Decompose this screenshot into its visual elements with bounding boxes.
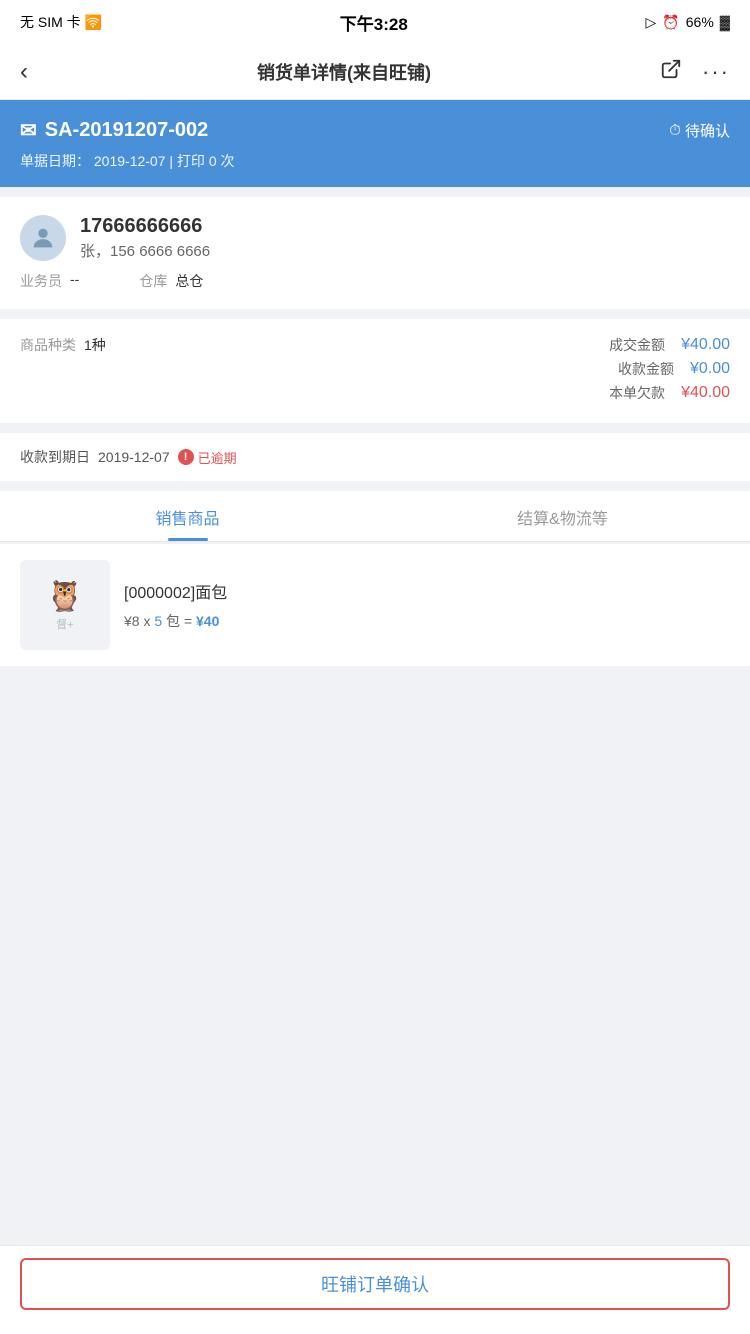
summary-row: 商品种类 1种 成交金额 ¥40.00 收款金额 ¥0.00 本单欠款 ¥40.… [20,335,730,407]
received-label: 收款金额 [618,359,674,379]
customer-info: 17666666666 张，156 6666 6666 [80,215,210,261]
owed-label: 本单欠款 [609,383,665,403]
order-header-top: ✉ SA-20191207-002 ⏱ 待确认 [20,118,730,143]
deal-value: ¥40.00 [681,336,730,354]
product-image: 🦉 督+ [20,560,110,650]
products-section: 🦉 督+ [0000002]面包 ¥8 x 5 包 = ¥40 [0,544,750,666]
received-amount-row: 收款金额 ¥0.00 [609,359,730,379]
warehouse-meta: 仓库 总仓 [139,271,203,291]
order-date: 单据日期： 2019-12-07 | 打印 0 次 [20,151,730,171]
no-sim-text: 无 SIM 卡 🛜 [20,12,102,32]
status-right: ▷ ⏰ 66% ▓ [646,14,730,31]
type-value: 1种 [84,335,106,355]
status-bar: 无 SIM 卡 🛜 下午3:28 ▷ ⏰ 66% ▓ [0,0,750,44]
location-icon: ▷ [646,14,657,31]
price-unit: ¥8 [124,613,140,629]
due-date-label: 收款到期日 [20,447,90,467]
status-time: 下午3:28 [340,10,408,35]
nav-actions: ··· [660,58,730,86]
customer-top: 17666666666 张，156 6666 6666 [20,215,730,261]
price-multiply: x [143,613,154,629]
staff-label: 业务员 [20,271,62,291]
customer-meta: 业务员 -- 仓库 总仓 [20,271,730,291]
price-unit-text: 包 [166,613,180,629]
page-title: 销货单详情(来自旺铺) [257,59,431,85]
price-total: ¥40 [196,613,219,629]
order-status-text: 待确认 [685,120,730,141]
share-icon[interactable] [660,58,682,86]
customer-name: 张，156 6666 6666 [80,240,210,261]
order-id-text: SA-20191207-002 [45,119,208,142]
tab-settlement-label: 结算&物流等 [517,511,608,528]
tab-sales-product[interactable]: 销售商品 [0,491,375,541]
avatar [20,215,66,261]
product-price: ¥8 x 5 包 = ¥40 [124,611,730,631]
due-date-card: 收款到期日 2019-12-07 ! 已逾期 [0,433,750,481]
customer-card: 17666666666 张，156 6666 6666 业务员 -- 仓库 总仓 [0,197,750,309]
bottom-area: 旺铺订单确认 [0,1245,750,1334]
product-name: [0000002]面包 [124,579,730,603]
amount-summary: 成交金额 ¥40.00 收款金额 ¥0.00 本单欠款 ¥40.00 [609,335,730,407]
product-type-row: 商品种类 1种 [20,335,106,355]
warehouse-value: 总仓 [175,271,203,291]
product-item: 🦉 督+ [0000002]面包 ¥8 x 5 包 = ¥40 [0,544,750,666]
due-date-value: 2019-12-07 [98,449,170,465]
nav-bar: ‹ 销货单详情(来自旺铺) ··· [0,44,750,100]
back-button[interactable]: ‹ [20,58,28,86]
deal-amount-row: 成交金额 ¥40.00 [609,335,730,355]
status-left: 无 SIM 卡 🛜 [20,12,102,32]
staff-value: -- [70,271,79,291]
product-info: [0000002]面包 ¥8 x 5 包 = ¥40 [124,579,730,631]
owed-amount-row: 本单欠款 ¥40.00 [609,383,730,403]
overdue-badge: ! 已逾期 [178,448,237,467]
order-id: ✉ SA-20191207-002 [20,118,208,143]
type-label: 商品种类 [20,335,76,355]
price-qty: 5 [154,613,162,629]
order-header: ✉ SA-20191207-002 ⏱ 待确认 单据日期： 2019-12-07… [0,100,750,187]
order-id-icon: ✉ [20,118,37,143]
product-code: [0000002] [124,585,195,602]
price-equals: = [184,613,196,629]
print-info: | 打印 0 次 [169,153,234,169]
product-title: 面包 [195,585,227,602]
more-icon[interactable]: ··· [702,59,730,85]
battery-icon: ▓ [720,14,730,30]
staff-meta: 业务员 -- [20,271,79,291]
clock-icon: ⏰ [662,14,679,31]
deal-label: 成交金额 [609,335,665,355]
overdue-text: 已逾期 [198,448,237,467]
empty-area [0,666,750,866]
status-clock-icon: ⏱ [669,122,681,139]
tabs-container: 销售商品 结算&物流等 [0,491,750,542]
order-status: ⏱ 待确认 [669,120,730,141]
summary-card: 商品种类 1种 成交金额 ¥40.00 收款金额 ¥0.00 本单欠款 ¥40.… [0,319,750,423]
date-value: 2019-12-07 [94,153,166,169]
received-value: ¥0.00 [690,360,730,378]
warehouse-label: 仓库 [139,271,167,291]
date-label: 单据日期： [20,153,90,169]
battery-text: 66% [686,14,714,30]
overdue-warning-icon: ! [178,449,194,465]
tab-sales-product-label: 销售商品 [155,511,219,528]
customer-phone: 17666666666 [80,215,210,238]
tab-settlement[interactable]: 结算&物流等 [375,491,750,541]
confirm-order-button[interactable]: 旺铺订单确认 [20,1258,730,1310]
owed-value: ¥40.00 [681,384,730,402]
